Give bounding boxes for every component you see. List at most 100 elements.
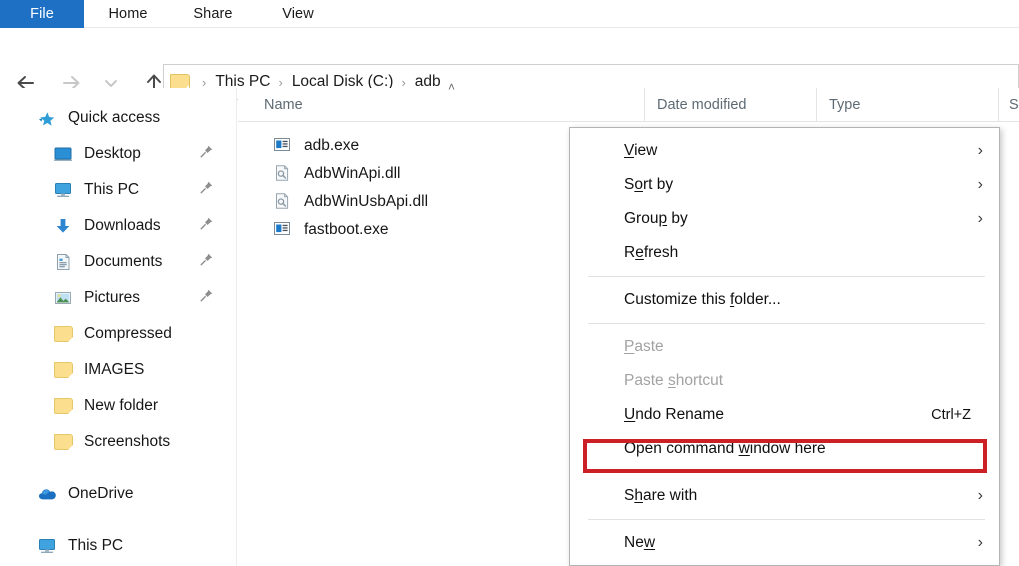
dll-file-icon [272, 192, 294, 212]
tab-file[interactable]: File [0, 0, 84, 28]
menu-item-open-command-window-here[interactable]: Open command window here [570, 432, 999, 466]
sidebar-item-label: IMAGES [84, 361, 144, 379]
tab-home[interactable]: Home [92, 0, 164, 28]
menu-item-paste-shortcut: Paste shortcut [570, 364, 999, 398]
navigation-pane[interactable]: Quick access Desktop [0, 88, 237, 566]
menu-item-view[interactable]: View › [570, 134, 999, 168]
menu-item-refresh[interactable]: Refresh [570, 236, 999, 270]
folder-icon [52, 360, 74, 380]
tab-home-label: Home [108, 6, 147, 22]
context-menu[interactable]: View › Sort by › Group by › Refresh Cust… [569, 127, 1000, 566]
menu-item-label: Sort by [624, 176, 673, 194]
menu-item-shortcut: Ctrl+Z [931, 407, 981, 423]
pin-icon[interactable] [199, 252, 214, 272]
document-icon [52, 252, 74, 272]
column-header-date-label: Date modified [657, 97, 746, 113]
pin-icon[interactable] [199, 144, 214, 164]
menu-item-label: New [624, 534, 655, 552]
menu-separator [588, 519, 985, 520]
sidebar-item-label: Desktop [84, 145, 141, 163]
folder-icon [52, 324, 74, 344]
column-header-row: Name ˄ Date modified Type S [238, 88, 1019, 122]
folder-icon [52, 432, 74, 452]
pin-icon[interactable] [199, 288, 214, 308]
ribbon-tab-bar: File Home Share View [0, 0, 1019, 28]
file-name: AdbWinUsbApi.dll [304, 193, 428, 211]
sidebar-item-this-pc-root[interactable]: This PC [0, 528, 236, 564]
sidebar-item-label: This PC [68, 537, 123, 555]
pin-icon[interactable] [199, 180, 214, 200]
tab-share[interactable]: Share [176, 0, 250, 28]
column-header-size[interactable]: S [998, 88, 1019, 122]
sidebar-item-onedrive[interactable]: OneDrive [0, 476, 236, 512]
tab-view-label: View [282, 6, 314, 22]
menu-item-share-with[interactable]: Share with › [570, 479, 999, 513]
sidebar-item-downloads[interactable]: Downloads [0, 208, 236, 244]
file-name: fastboot.exe [304, 221, 388, 239]
column-header-name-label: Name [264, 97, 303, 113]
menu-item-undo-rename[interactable]: Undo Rename Ctrl+Z [570, 398, 999, 432]
chevron-right-icon: › [978, 143, 983, 159]
sort-ascending-icon: ˄ [448, 81, 455, 93]
tab-view[interactable]: View [262, 0, 334, 28]
menu-item-label: Paste [624, 338, 664, 356]
sidebar-spacer [0, 460, 236, 476]
menu-item-label: Group by [624, 210, 688, 228]
desktop-icon [52, 144, 74, 164]
pictures-icon [52, 288, 74, 308]
pin-icon[interactable] [199, 216, 214, 236]
sidebar-item-label: Downloads [84, 217, 161, 235]
menu-item-label: View [624, 142, 657, 160]
column-header-date-modified[interactable]: Date modified [644, 88, 816, 122]
column-header-name[interactable]: Name ˄ [238, 88, 644, 122]
menu-item-customize-this-folder[interactable]: Customize this folder... [570, 283, 999, 317]
menu-separator [588, 472, 985, 473]
thispc-icon [52, 180, 74, 200]
menu-item-label: Open command window here [624, 440, 826, 458]
column-header-type-label: Type [829, 97, 860, 113]
chevron-right-icon: › [978, 211, 983, 227]
menu-item-label: Share with [624, 487, 697, 505]
thispc-icon [36, 536, 58, 556]
sidebar-item-label: Pictures [84, 289, 140, 307]
sidebar-item-desktop[interactable]: Desktop [0, 136, 236, 172]
sidebar-item-documents[interactable]: Documents [0, 244, 236, 280]
column-header-size-label: S [1009, 97, 1019, 113]
file-explorer-window: File Home Share View › [0, 0, 1019, 566]
star-icon [36, 108, 58, 128]
column-header-type[interactable]: Type [816, 88, 998, 122]
sidebar-item-label: Screenshots [84, 433, 170, 451]
file-name: adb.exe [304, 137, 359, 155]
chevron-right-icon: › [978, 488, 983, 504]
navigation-bar: › This PC › Local Disk (C:) › adb [0, 28, 1019, 82]
menu-item-paste: Paste [570, 330, 999, 364]
menu-item-label: Undo Rename [624, 406, 724, 424]
file-name: AdbWinApi.dll [304, 165, 401, 183]
sidebar-item-compressed[interactable]: Compressed [0, 316, 236, 352]
sidebar-item-this-pc[interactable]: This PC [0, 172, 236, 208]
dll-file-icon [272, 164, 294, 184]
tab-file-label: File [30, 6, 54, 22]
folder-icon [52, 396, 74, 416]
sidebar-item-label: Compressed [84, 325, 172, 343]
sidebar-item-label: OneDrive [68, 485, 133, 503]
chevron-right-icon: › [978, 535, 983, 551]
menu-item-group-by[interactable]: Group by › [570, 202, 999, 236]
sidebar-item-images[interactable]: IMAGES [0, 352, 236, 388]
menu-item-label: Refresh [624, 244, 678, 262]
sidebar-item-label: Documents [84, 253, 162, 271]
menu-separator [588, 323, 985, 324]
exe-file-icon [272, 220, 294, 240]
download-icon [52, 216, 74, 236]
sidebar-item-pictures[interactable]: Pictures [0, 280, 236, 316]
sidebar-item-screenshots[interactable]: Screenshots [0, 424, 236, 460]
menu-separator [588, 276, 985, 277]
menu-item-new[interactable]: New › [570, 526, 999, 560]
sidebar-item-new-folder[interactable]: New folder [0, 388, 236, 424]
exe-file-icon [272, 136, 294, 156]
menu-item-label: Paste shortcut [624, 372, 723, 390]
menu-item-sort-by[interactable]: Sort by › [570, 168, 999, 202]
sidebar-item-quick-access[interactable]: Quick access [0, 100, 236, 136]
tab-share-label: Share [193, 6, 232, 22]
sidebar-item-label: This PC [84, 181, 139, 199]
